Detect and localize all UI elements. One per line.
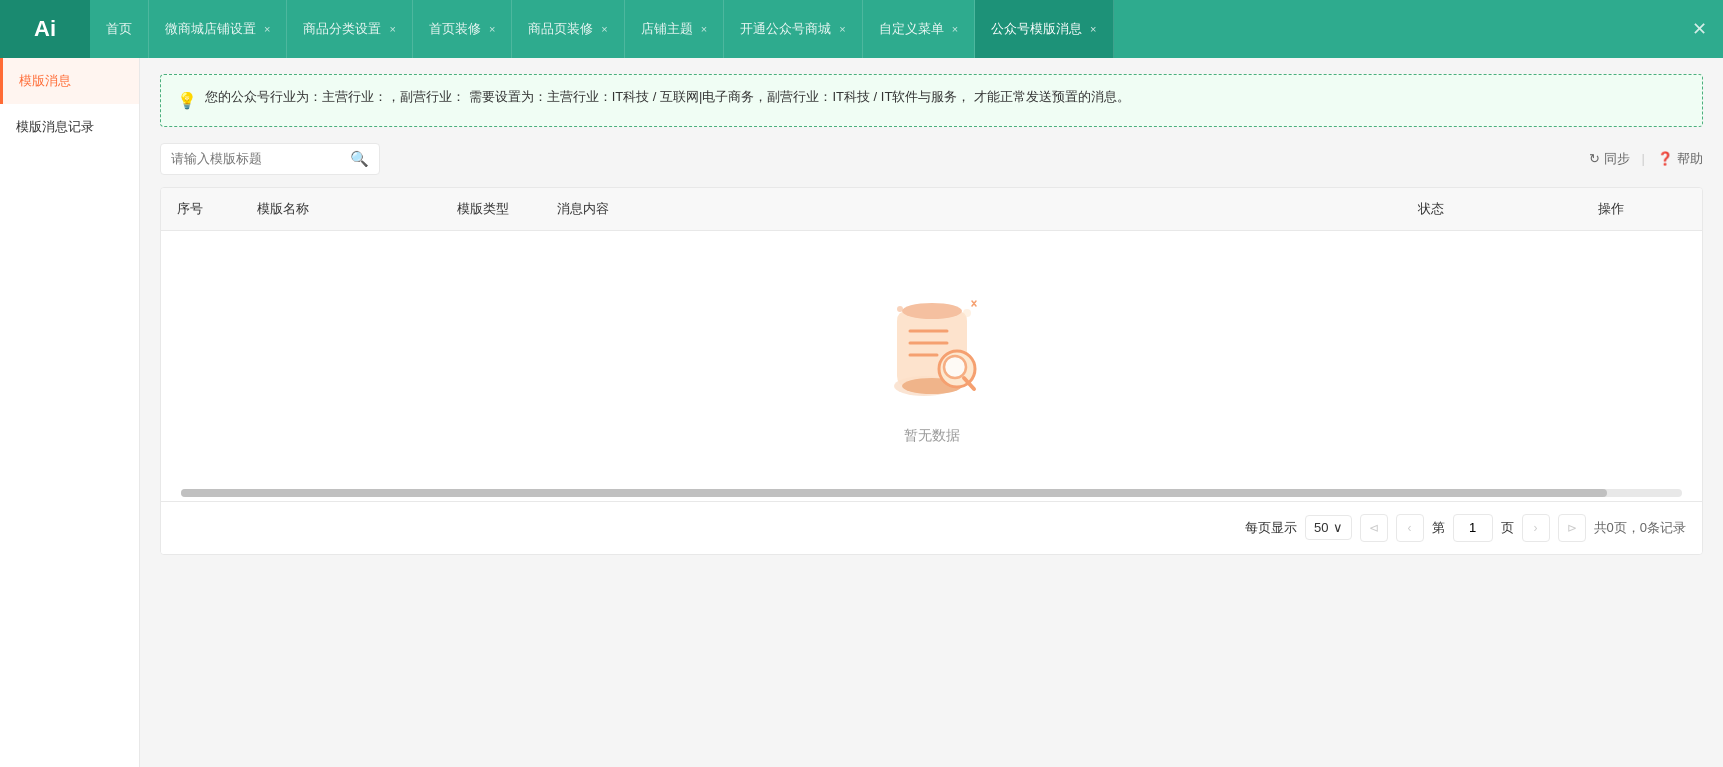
sidebar-item-0[interactable]: 模版消息: [0, 58, 139, 104]
close-tab-7[interactable]: ×: [952, 23, 958, 35]
nav-tab-6[interactable]: 开通公众号商城×: [724, 0, 862, 58]
page-label: 第: [1432, 519, 1445, 537]
col-type: 模版类型: [441, 188, 541, 230]
notice-box: 💡 您的公众号行业为：主营行业：，副营行业： 需要设置为：主营行业：IT科技 /…: [160, 74, 1703, 127]
nav-tab-4[interactable]: 商品页装修×: [512, 0, 624, 58]
close-tab-8[interactable]: ×: [1090, 23, 1096, 35]
close-tab-5[interactable]: ×: [701, 23, 707, 35]
search-input-wrap[interactable]: 🔍: [160, 143, 380, 175]
empty-state: 暂无数据: [161, 231, 1702, 485]
next-page-button[interactable]: ›: [1522, 514, 1550, 542]
prev-page-button[interactable]: ‹: [1396, 514, 1424, 542]
close-all-button[interactable]: ✕: [1676, 18, 1723, 40]
content-area: 💡 您的公众号行业为：主营行业：，副营行业： 需要设置为：主营行业：IT科技 /…: [140, 58, 1723, 767]
close-tab-2[interactable]: ×: [389, 23, 395, 35]
close-tab-4[interactable]: ×: [601, 23, 607, 35]
col-content: 消息内容: [541, 188, 1402, 230]
col-name: 模版名称: [241, 188, 441, 230]
page-size-select[interactable]: 50 ∨: [1305, 515, 1351, 540]
sync-icon: ↻: [1589, 151, 1600, 166]
toolbar-divider: |: [1642, 151, 1645, 166]
sidebar: 模版消息模版消息记录: [0, 58, 140, 767]
last-page-button[interactable]: ⊳: [1558, 514, 1586, 542]
svg-point-10: [963, 309, 971, 317]
first-page-button[interactable]: ⊲: [1360, 514, 1388, 542]
page-number-input[interactable]: [1453, 514, 1493, 542]
nav-tab-8[interactable]: 公众号模版消息×: [975, 0, 1113, 58]
close-tab-1[interactable]: ×: [264, 23, 270, 35]
close-tab-3[interactable]: ×: [489, 23, 495, 35]
notice-icon: 💡: [177, 88, 197, 114]
nav-tab-1[interactable]: 微商城店铺设置×: [149, 0, 287, 58]
col-action: 操作: [1582, 188, 1702, 230]
table-header: 序号 模版名称 模版类型 消息内容 状态 操作: [161, 188, 1702, 231]
data-table: 序号 模版名称 模版类型 消息内容 状态 操作: [160, 187, 1703, 555]
close-tab-6[interactable]: ×: [839, 23, 845, 35]
nav-tab-0[interactable]: 首页: [90, 0, 149, 58]
help-icon: ❓: [1657, 151, 1673, 166]
nav-tabs: 首页微商城店铺设置×商品分类设置×首页装修×商品页装修×店铺主题×开通公众号商城…: [90, 0, 1676, 58]
notice-text: 您的公众号行业为：主营行业：，副营行业： 需要设置为：主营行业：IT科技 / 互…: [205, 87, 1130, 108]
nav-tab-7[interactable]: 自定义菜单×: [863, 0, 975, 58]
svg-point-9: [897, 306, 903, 312]
page-size-label: 每页显示: [1245, 519, 1297, 537]
pagination: 每页显示 50 ∨ ⊲ ‹ 第 页 › ⊳ 共0页，0条记录: [161, 501, 1702, 554]
col-status: 状态: [1402, 188, 1582, 230]
nav-tab-3[interactable]: 首页装修×: [413, 0, 512, 58]
empty-text: 暂无数据: [904, 427, 960, 445]
svg-point-7: [944, 356, 966, 378]
chevron-down-icon: ∨: [1333, 520, 1343, 535]
svg-point-1: [902, 303, 962, 319]
nav-tab-5[interactable]: 店铺主题×: [625, 0, 724, 58]
help-button[interactable]: ❓ 帮助: [1657, 150, 1703, 168]
page-unit: 页: [1501, 519, 1514, 537]
nav-tab-2[interactable]: 商品分类设置×: [287, 0, 412, 58]
scrollbar-thumb[interactable]: [181, 489, 1607, 497]
toolbar-right: ↻ 同步 | ❓ 帮助: [1589, 150, 1703, 168]
logo: Ai: [0, 0, 90, 58]
main-layout: 模版消息模版消息记录 💡 您的公众号行业为：主营行业：，副营行业： 需要设置为：…: [0, 58, 1723, 767]
top-nav: Ai 首页微商城店铺设置×商品分类设置×首页装修×商品页装修×店铺主题×开通公众…: [0, 0, 1723, 58]
col-seq: 序号: [161, 188, 241, 230]
search-input[interactable]: [171, 151, 350, 166]
search-icon[interactable]: 🔍: [350, 150, 369, 168]
sync-button[interactable]: ↻ 同步: [1589, 150, 1630, 168]
empty-icon: [872, 291, 992, 411]
sidebar-item-1[interactable]: 模版消息记录: [0, 104, 139, 150]
horizontal-scrollbar[interactable]: [181, 489, 1682, 497]
page-total: 共0页，0条记录: [1594, 519, 1686, 537]
search-bar: 🔍 ↻ 同步 | ❓ 帮助: [160, 143, 1703, 175]
